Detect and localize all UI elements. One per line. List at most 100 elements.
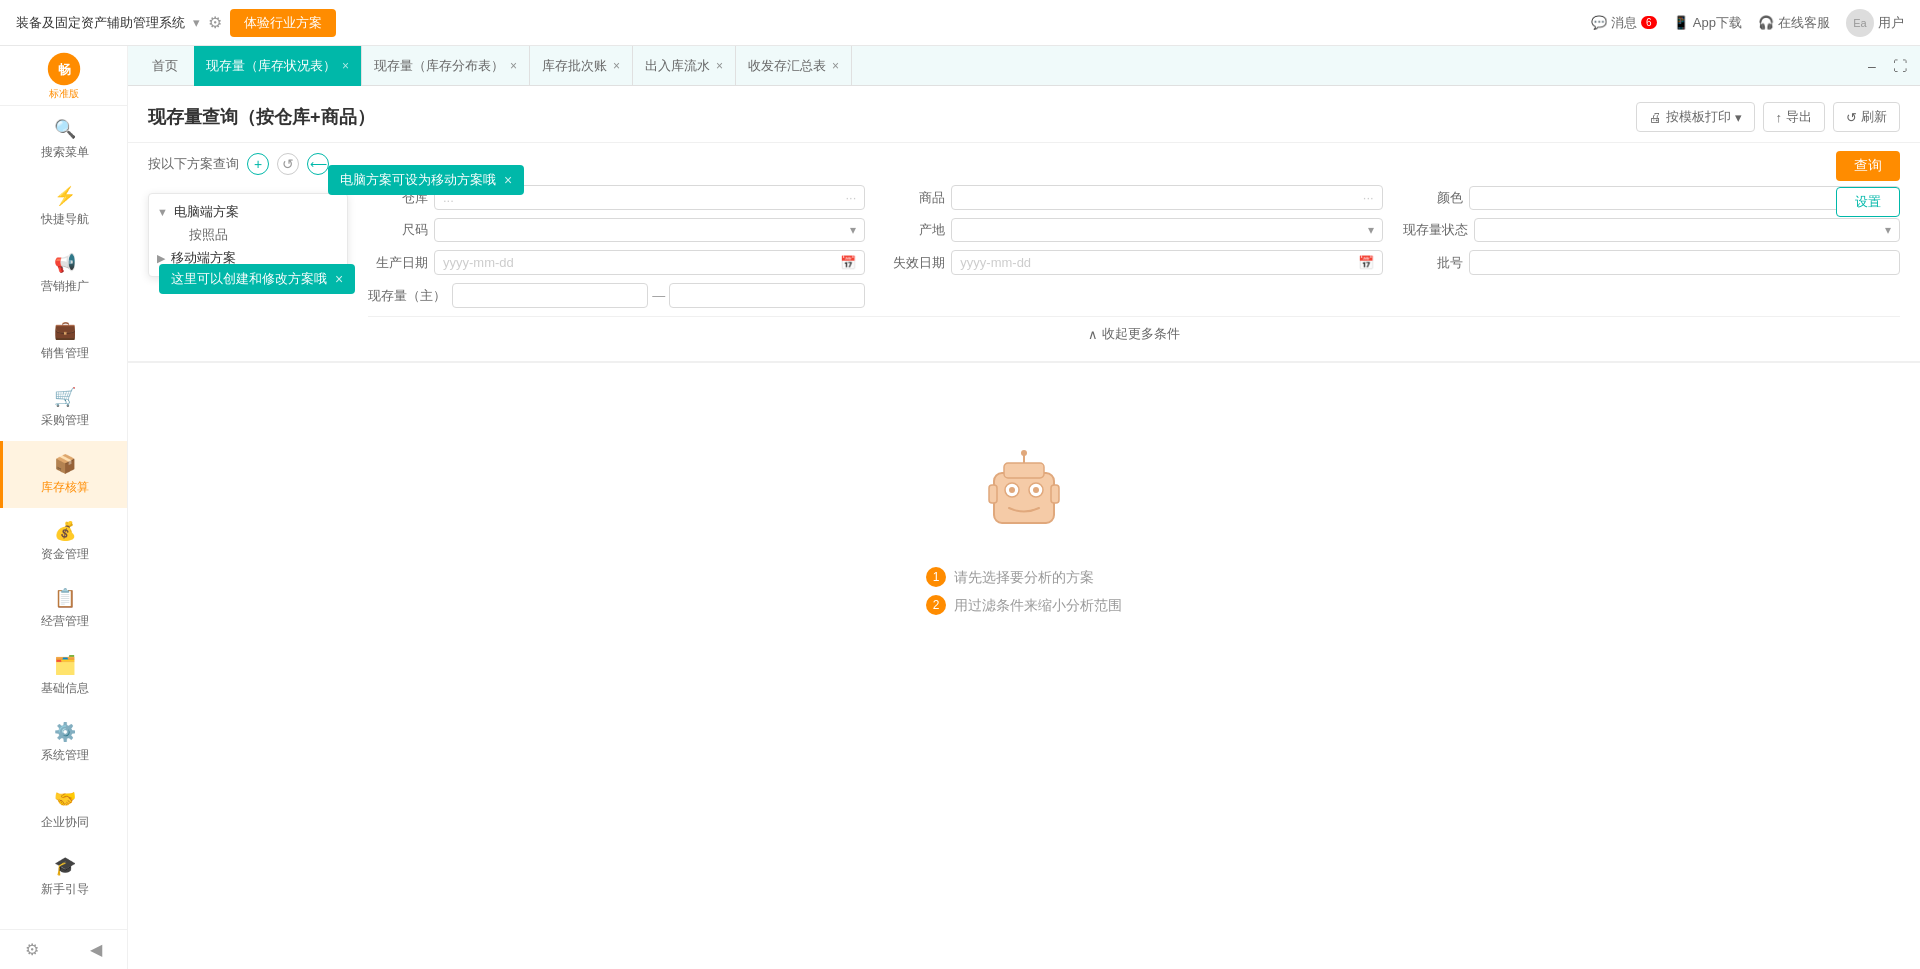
page-title: 现存量查询（按仓库+商品） (148, 105, 375, 129)
sidebar-collapse-btn[interactable]: ◀ (90, 940, 102, 959)
svg-rect-2 (994, 473, 1054, 523)
inventory-icon: 📦 (54, 453, 76, 475)
stock-status-dropdown-icon: ▾ (1885, 223, 1891, 237)
sidebar-item-quick-nav[interactable]: ⚡ 快捷导航 (0, 173, 127, 240)
message-icon: 💬 (1591, 15, 1607, 30)
tab-close-inventory-status[interactable]: × (342, 59, 349, 73)
stock-min-input[interactable] (452, 283, 648, 308)
page-header: 现存量查询（按仓库+商品） 🖨 按模板打印 ▾ ↑ 导出 ↺ (128, 86, 1920, 142)
sidebar-logo[interactable]: 畅 标准版 (0, 46, 127, 106)
batch-input[interactable] (1469, 250, 1900, 275)
sidebar-item-system[interactable]: ⚙️ 系统管理 (0, 709, 127, 776)
sidebar-item-label: 企业协同 (41, 814, 89, 831)
origin-select[interactable]: ▾ (951, 218, 1382, 242)
page-content: 现存量查询（按仓库+商品） 🖨 按模板打印 ▾ ↑ 导出 ↺ (128, 86, 1920, 969)
tab-minimize-btn[interactable]: – (1860, 54, 1884, 78)
scheme-desktop-child[interactable]: 按照品 (149, 224, 347, 246)
calendar-icon-2: 📅 (1358, 255, 1374, 270)
filter-expire-date: 失效日期 yyyy-mm-dd 📅 (885, 250, 1382, 275)
sidebar-item-operation[interactable]: 📋 经营管理 (0, 575, 127, 642)
tab-batch-ledger[interactable]: 库存批次账 × (530, 46, 633, 86)
tab-in-out-flow[interactable]: 出入库流水 × (633, 46, 736, 86)
sidebar-item-search[interactable]: 🔍 搜索菜单 (0, 106, 127, 173)
warehouse-more-icon[interactable]: ··· (845, 190, 856, 205)
size-select[interactable]: ▾ (434, 218, 865, 242)
message-button[interactable]: 💬 消息 6 (1591, 14, 1657, 32)
sidebar-item-guide[interactable]: 🎓 新手引导 (0, 843, 127, 910)
sidebar-item-label: 快捷导航 (41, 211, 89, 228)
refresh-label: 刷新 (1861, 108, 1887, 126)
svg-point-6 (1009, 487, 1015, 493)
enterprise-icon: 🤝 (54, 788, 76, 810)
add-scheme-tooltip-close[interactable]: × (504, 172, 512, 188)
tab-bar: 首页 现存量（库存状况表） × 现存量（库存分布表） × 库存批次账 × 出入库… (128, 46, 1920, 86)
product-select[interactable]: ··· (951, 185, 1382, 210)
trial-button[interactable]: 体验行业方案 (230, 9, 336, 37)
settings-button[interactable]: 设置 (1836, 187, 1900, 217)
export-btn[interactable]: ↑ 导出 (1763, 102, 1826, 132)
sidebar-item-finance[interactable]: 💰 资金管理 (0, 508, 127, 575)
sidebar-item-purchase[interactable]: 🛒 采购管理 (0, 374, 127, 441)
tab-label: 现存量（库存分布表） (374, 57, 504, 75)
app-download-button[interactable]: 📱 App下载 (1673, 14, 1742, 32)
topbar-right: 💬 消息 6 📱 App下载 🎧 在线客服 Ea 用户 (1591, 9, 1904, 37)
refresh-btn[interactable]: ↺ 刷新 (1833, 102, 1900, 132)
filter-label: 按以下方案查询 (148, 155, 239, 173)
tab-close-collect-summary[interactable]: × (832, 59, 839, 73)
tab-inventory-dist[interactable]: 现存量（库存分布表） × (362, 46, 530, 86)
range-separator: — (652, 288, 665, 303)
collapse-more-btn[interactable]: ∧ 收起更多条件 (1088, 325, 1180, 343)
sidebar-item-sales[interactable]: 💼 销售管理 (0, 307, 127, 374)
system-icon: ⚙️ (54, 721, 76, 743)
svg-rect-3 (1004, 463, 1044, 478)
user-profile[interactable]: Ea 用户 (1846, 9, 1904, 37)
main-layout: 畅 标准版 🔍 搜索菜单 ⚡ 快捷导航 📢 营销推广 💼 (0, 46, 1920, 969)
sidebar-item-label: 基础信息 (41, 680, 89, 697)
sidebar-item-enterprise[interactable]: 🤝 企业协同 (0, 776, 127, 843)
tab-inventory-status[interactable]: 现存量（库存状况表） × (194, 46, 362, 86)
create-scheme-tooltip-close[interactable]: × (335, 271, 343, 287)
expire-date-label: 失效日期 (885, 254, 945, 272)
origin-label: 产地 (885, 221, 945, 239)
tab-collect-summary[interactable]: 收发存汇总表 × (736, 46, 852, 86)
tab-close-inventory-dist[interactable]: × (510, 59, 517, 73)
stock-status-select[interactable]: ▾ (1474, 218, 1900, 242)
filter-action-btns: 查询 设置 (1836, 151, 1900, 217)
app-dropdown-icon[interactable]: ▾ (193, 15, 200, 30)
filter-row-2: 尺码 ▾ 产地 ▾ (368, 218, 1900, 242)
create-scheme-tooltip-text: 这里可以创建和修改方案哦 (171, 270, 327, 288)
tab-close-in-out-flow[interactable]: × (716, 59, 723, 73)
tab-close-batch-ledger[interactable]: × (613, 59, 620, 73)
print-template-btn[interactable]: 🖨 按模板打印 ▾ (1636, 102, 1755, 132)
filter-product: 商品 ··· (885, 185, 1382, 210)
avatar: Ea (1846, 9, 1874, 37)
topbar-settings-icon[interactable]: ⚙ (208, 13, 222, 32)
stock-max-input[interactable] (669, 283, 865, 308)
sidebar-item-inventory[interactable]: 📦 库存核算 (0, 441, 127, 508)
tab-fullscreen-btn[interactable]: ⛶ (1888, 54, 1912, 78)
caret-icon: ▼ (157, 206, 168, 218)
hint-num-2: 2 (926, 595, 946, 615)
sidebar-settings-btn[interactable]: ⚙ (25, 940, 39, 959)
filter-color: 颜色 ▾ (1403, 185, 1900, 210)
expire-date-input[interactable]: yyyy-mm-dd 📅 (951, 250, 1382, 275)
query-button[interactable]: 查询 (1836, 151, 1900, 181)
produce-date-input[interactable]: yyyy-mm-dd 📅 (434, 250, 865, 275)
filter-arrow-button[interactable]: ⟵ (307, 153, 329, 175)
logo-icon: 畅 (46, 51, 82, 87)
filter-add-button[interactable]: + (247, 153, 269, 175)
quick-nav-icon: ⚡ (54, 185, 76, 207)
scheme-desktop[interactable]: ▼ 电脑端方案 (149, 200, 347, 224)
produce-date-label: 生产日期 (368, 254, 428, 272)
collapse-label: 收起更多条件 (1102, 325, 1180, 343)
app-container: 装备及固定资产辅助管理系统 ▾ ⚙ 体验行业方案 💬 消息 6 📱 App下载 … (0, 0, 1920, 969)
tab-home[interactable]: 首页 (136, 57, 194, 75)
product-more-icon[interactable]: ··· (1363, 190, 1374, 205)
sidebar-item-basic[interactable]: 🗂️ 基础信息 (0, 642, 127, 709)
scheme-desktop-label: 电脑端方案 (174, 203, 239, 221)
sidebar-item-marketing[interactable]: 📢 营销推广 (0, 240, 127, 307)
filter-refresh-button[interactable]: ↺ (277, 153, 299, 175)
origin-dropdown-icon: ▾ (1368, 223, 1374, 237)
filter-area: 按以下方案查询 + ↺ ⟵ 电脑方案可设为移动方案哦 × 这里可 (128, 143, 1920, 362)
online-service-button[interactable]: 🎧 在线客服 (1758, 14, 1830, 32)
